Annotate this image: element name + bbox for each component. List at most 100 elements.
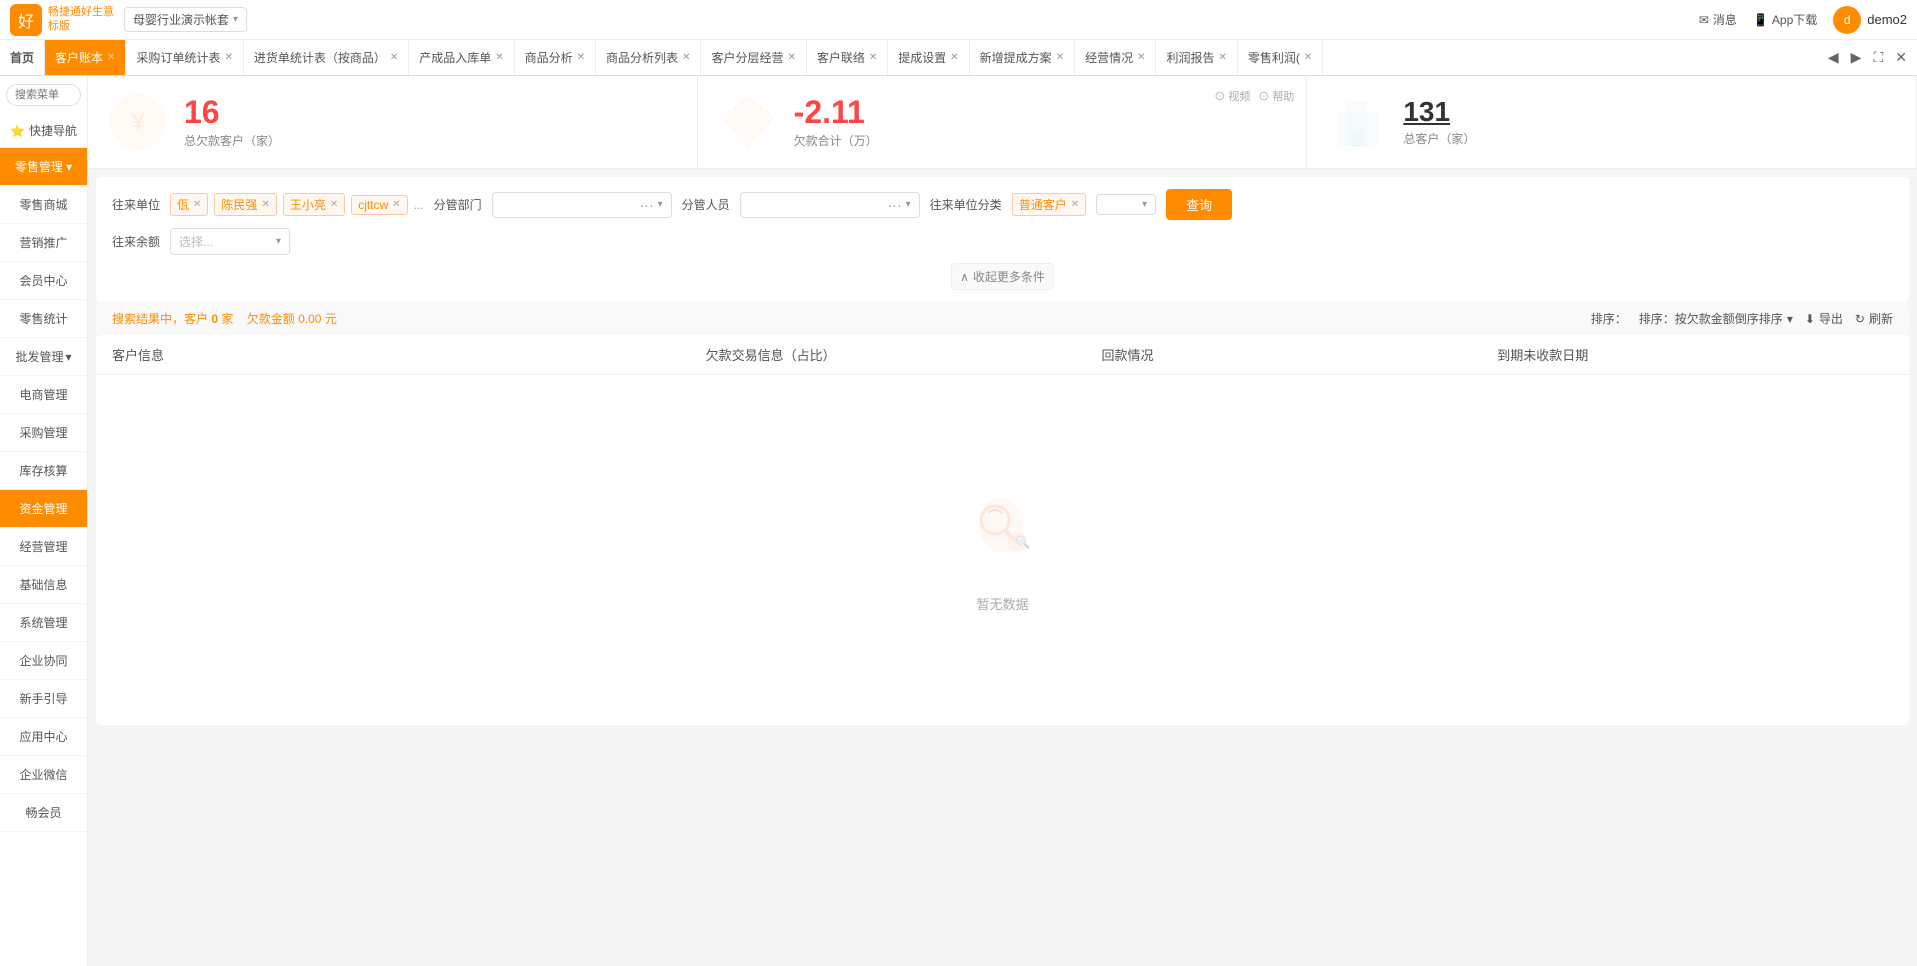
balance-filter-label: 往来余额	[112, 233, 160, 250]
tab-customer-contact[interactable]: 客户联络 ✕	[807, 40, 888, 76]
tab-fullscreen-button[interactable]: ⛶	[1869, 47, 1887, 68]
tab-profit-report[interactable]: 利润报告 ✕	[1156, 40, 1237, 76]
tab-prompt-settings[interactable]: 提成设置 ✕	[888, 40, 969, 76]
tab-customer-book-label: 客户账本	[55, 49, 103, 66]
person-filter-select[interactable]: ··· ▾	[740, 192, 920, 218]
sidebar-item-ecommerce[interactable]: 电商管理	[0, 376, 87, 414]
tab-retail-profit-label: 零售利润(	[1248, 49, 1300, 66]
sidebar-item-inventory[interactable]: 库存核算	[0, 452, 87, 490]
unit-tag-close-2[interactable]: ✕	[330, 199, 338, 210]
sidebar-item-retail-mall[interactable]: 零售商城	[0, 186, 87, 224]
unit-tag-close-0[interactable]: ✕	[193, 199, 201, 210]
download-icon: 📱	[1753, 13, 1768, 27]
tab-close-icon[interactable]: ✕	[107, 52, 115, 63]
empty-state: 🔍 暂无数据	[923, 447, 1083, 653]
sort-select[interactable]: 排序：按欠款金额倒序排序 ▾	[1639, 310, 1793, 327]
tab-operations[interactable]: 经营情况 ✕	[1075, 40, 1156, 76]
tab-customer-book[interactable]: 客户账本 ✕	[45, 40, 126, 76]
unit-more-button[interactable]: ...	[414, 198, 424, 212]
sidebar-item-enterprise-collab[interactable]: 企业协同	[0, 642, 87, 680]
tab-close-icon[interactable]: ✕	[1304, 52, 1312, 63]
tab-customer-contact-label: 客户联络	[817, 49, 865, 66]
tab-close-icon[interactable]: ✕	[1056, 52, 1064, 63]
tab-close-icon[interactable]: ✕	[390, 52, 398, 63]
sidebar: ⭐ 快捷导航 零售管理 ▾ 零售商城 营销推广 会员中心 零售统计 批发管理 ▾…	[0, 76, 88, 966]
search-input[interactable]	[6, 84, 81, 106]
tab-close-icon[interactable]: ✕	[787, 52, 795, 63]
table-header: 客户信息 欠款交易信息（占比） 回款情况 到期未收款日期	[96, 335, 1909, 375]
tab-goods-analysis-list[interactable]: 商品分析列表 ✕	[596, 40, 701, 76]
tab-close-icon[interactable]: ✕	[1219, 52, 1227, 63]
tab-close-icon[interactable]: ✕	[495, 52, 503, 63]
sidebar-item-purchase-mgmt[interactable]: 采购管理	[0, 414, 87, 452]
tab-goods-analysis-list-label: 商品分析列表	[606, 49, 678, 66]
export-icon: ⬇	[1805, 312, 1815, 326]
empty-text: 暂无数据	[963, 594, 1043, 613]
tab-product-inbound[interactable]: 产成品入库单 ✕	[409, 40, 514, 76]
messages-button[interactable]: ✉ 消息	[1699, 11, 1737, 28]
category-filter-dropdown[interactable]: ▾	[1096, 194, 1156, 215]
unit-tag-0[interactable]: 佤 ✕	[170, 193, 208, 216]
tab-purchase-stats-label: 进货单统计表（按商品）	[254, 49, 386, 66]
tab-close-icon[interactable]: ✕	[224, 52, 232, 63]
tab-prev-button[interactable]: ◀	[1824, 47, 1843, 68]
sidebar-item-app-center[interactable]: 应用中心	[0, 718, 87, 756]
sidebar-item-quick-nav[interactable]: ⭐ 快捷导航	[0, 114, 87, 148]
tab-new-prompt[interactable]: 新增提成方案 ✕	[970, 40, 1075, 76]
category-tag-0[interactable]: 普通客户 ✕	[1012, 193, 1086, 216]
table-col-0: 客户信息	[112, 345, 706, 364]
unit-tag-close-3[interactable]: ✕	[392, 199, 400, 210]
sidebar-item-member-center[interactable]: 会员中心	[0, 262, 87, 300]
user-profile[interactable]: d demo2	[1833, 6, 1907, 34]
collapse-button[interactable]: ∧ 收起更多条件	[951, 263, 1054, 290]
category-tag-close-0[interactable]: ✕	[1071, 199, 1079, 210]
dept-dots[interactable]: ···	[640, 197, 654, 213]
balance-filter-dropdown[interactable]: 选择... ▾	[170, 228, 290, 255]
tab-close-icon[interactable]: ✕	[1137, 52, 1145, 63]
help-link[interactable]: ⊙ 帮助	[1258, 88, 1294, 104]
refresh-button[interactable]: ↻ 刷新	[1855, 310, 1893, 327]
person-dots[interactable]: ···	[888, 197, 902, 213]
query-button[interactable]: 查询	[1166, 189, 1232, 220]
unit-tag-1[interactable]: 陈民强 ✕	[214, 193, 276, 216]
building-icon	[1327, 92, 1387, 152]
tab-home[interactable]: 首页	[0, 40, 45, 76]
dept-filter-select[interactable]: ··· ▾	[492, 192, 672, 218]
tab-close-all-button[interactable]: ✕	[1891, 47, 1911, 68]
store-selector[interactable]: 母婴行业演示帐套 ▾	[124, 7, 247, 32]
result-debt-amount: 0.00	[298, 312, 321, 326]
export-button[interactable]: ⬇ 导出	[1805, 310, 1843, 327]
content-area: ¥ 16 总欠款客户（家） -2.11 欠款合计（	[88, 76, 1917, 966]
stat-label-total-customers: 总客户（家）	[1403, 130, 1475, 147]
collapse-arrow-icon: ∧	[960, 270, 969, 284]
tab-customer-layer[interactable]: 客户分层经营 ✕	[701, 40, 806, 76]
category-filter-tags: 普通客户 ✕	[1012, 193, 1086, 216]
sidebar-item-member-vip[interactable]: 畅会员	[0, 794, 87, 832]
table-col-2: 回款情况	[1101, 345, 1497, 364]
app-download-button[interactable]: 📱 App下载	[1753, 11, 1817, 28]
tab-retail-profit[interactable]: 零售利润( ✕	[1238, 40, 1323, 76]
tab-close-icon[interactable]: ✕	[682, 52, 690, 63]
sidebar-item-wholesale-mgmt[interactable]: 批发管理 ▾	[0, 338, 87, 376]
tab-goods-analysis[interactable]: 商品分析 ✕	[515, 40, 596, 76]
sidebar-item-basic-info[interactable]: 基础信息	[0, 566, 87, 604]
tab-close-icon[interactable]: ✕	[950, 52, 958, 63]
unit-tag-3[interactable]: cjttcw ✕	[351, 195, 407, 215]
tab-next-button[interactable]: ▶	[1847, 47, 1866, 68]
balance-value: 选择...	[179, 233, 213, 250]
tab-purchase-stats[interactable]: 进货单统计表（按商品） ✕	[244, 40, 409, 76]
sidebar-item-enterprise-wechat[interactable]: 企业微信	[0, 756, 87, 794]
tab-close-icon[interactable]: ✕	[577, 52, 585, 63]
unit-tag-2[interactable]: 王小亮 ✕	[283, 193, 345, 216]
sidebar-item-operation-mgmt[interactable]: 经营管理	[0, 528, 87, 566]
unit-tag-close-1[interactable]: ✕	[261, 199, 269, 210]
sidebar-item-retail-mgmt[interactable]: 零售管理 ▾	[0, 148, 87, 186]
sidebar-item-system-mgmt[interactable]: 系统管理	[0, 604, 87, 642]
sidebar-item-retail-stats[interactable]: 零售统计	[0, 300, 87, 338]
video-link[interactable]: ⊙ 视频	[1214, 88, 1250, 104]
sidebar-item-finance-mgmt[interactable]: 资金管理	[0, 490, 87, 528]
tab-purchase-order[interactable]: 采购订单统计表 ✕	[126, 40, 243, 76]
sidebar-item-marketing[interactable]: 营销推广	[0, 224, 87, 262]
sidebar-item-newbie-guide[interactable]: 新手引导	[0, 680, 87, 718]
tab-close-icon[interactable]: ✕	[869, 52, 877, 63]
